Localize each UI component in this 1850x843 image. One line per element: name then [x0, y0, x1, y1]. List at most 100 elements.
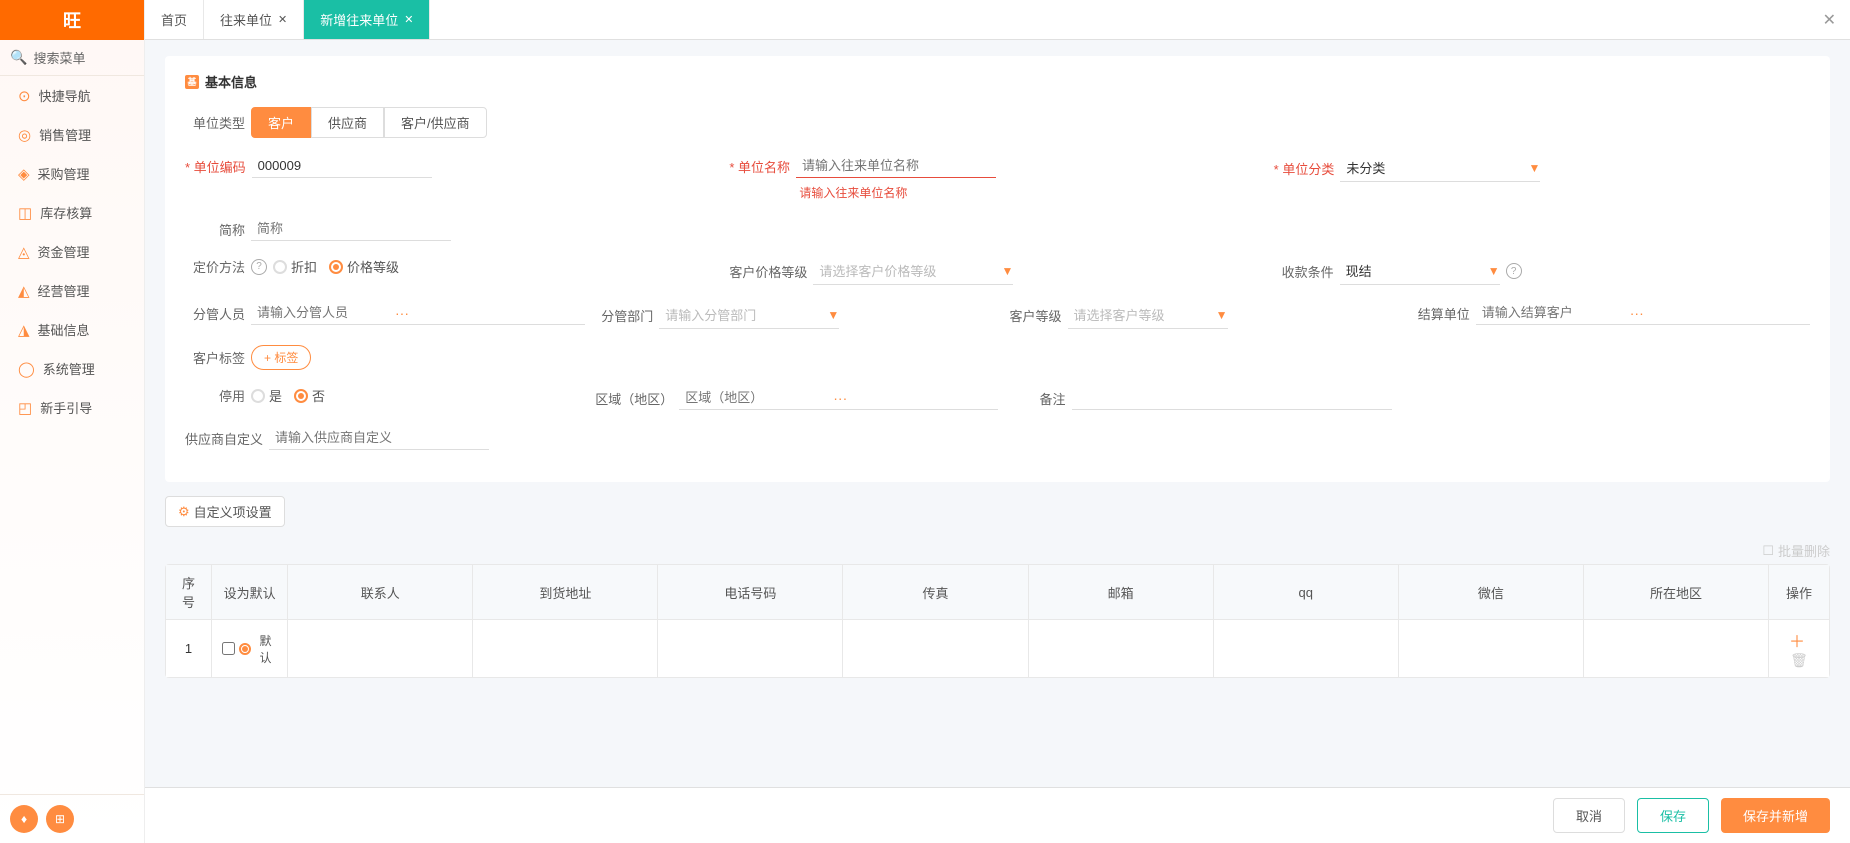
disabled-radio-no[interactable]: 否 — [294, 386, 325, 405]
email-input[interactable] — [1039, 641, 1203, 656]
type-btn-customer[interactable]: 客户 — [251, 107, 311, 138]
gear-icon: ⚙ — [178, 504, 190, 520]
cell-email[interactable] — [1028, 620, 1213, 678]
custom-settings-button[interactable]: ⚙ 自定义项设置 — [165, 496, 285, 527]
payment-help-icon[interactable]: ? — [1506, 263, 1522, 279]
phone-input[interactable] — [668, 641, 832, 656]
customer-level-field: 客户等级 请选择客户等级 ▼ — [1002, 301, 1402, 329]
sidebar-item-new-user[interactable]: ◰ 新手引导 — [0, 388, 144, 427]
cell-qq[interactable] — [1213, 620, 1398, 678]
table-row: 1 默认 — [166, 620, 1830, 678]
payment-select[interactable]: 现结 ▼ — [1340, 257, 1500, 285]
cell-contact[interactable] — [288, 620, 473, 678]
col-fax: 传真 — [843, 565, 1028, 620]
sidebar-item-label: 基础信息 — [38, 320, 90, 339]
sidebar: 旺 🔍 搜索菜单 ⊙ 快捷导航 ◎ 销售管理 ◈ 采购管理 ◫ 库存核算 ◬ 资… — [0, 0, 145, 843]
contact-input[interactable] — [298, 641, 462, 656]
address-input[interactable] — [483, 641, 647, 656]
short-name-input[interactable] — [251, 217, 451, 241]
pricing-radio-discount[interactable]: 折扣 — [273, 257, 317, 276]
sidebar-item-basic-info[interactable]: ◮ 基础信息 — [0, 310, 144, 349]
tab-add-trade-unit[interactable]: 新增往来单位 ✕ — [304, 0, 430, 39]
supplier-custom-label: 供应商自定义 — [185, 429, 263, 448]
unit-type-field: 单位类型 客户 供应商 客户/供应商 — [185, 107, 1810, 138]
save-button[interactable]: 保存 — [1637, 798, 1709, 833]
main-area: 首页 往来单位 ✕ 新增往来单位 ✕ ✕ 基 基本信息 单位类型 客户 — [145, 0, 1850, 843]
settlement-input[interactable] — [1476, 301, 1626, 324]
sidebar-item-quick-nav[interactable]: ⊙ 快捷导航 — [0, 76, 144, 115]
sidebar-item-label: 新手引导 — [40, 398, 92, 417]
row-add-button[interactable]: ＋ — [1789, 634, 1805, 651]
disabled-area-row: 停用 是 否 区域（地区） — [185, 386, 1810, 410]
search-menu-item[interactable]: 🔍 搜索菜单 — [0, 40, 144, 76]
cell-area[interactable] — [1583, 620, 1768, 678]
area-input-wrapper: ··· — [679, 386, 997, 410]
manager-dots-btn[interactable]: ··· — [391, 305, 413, 321]
row-checkbox[interactable] — [222, 642, 235, 655]
fax-input[interactable] — [853, 641, 1017, 656]
sidebar-item-sales[interactable]: ◎ 销售管理 — [0, 115, 144, 154]
tab-home[interactable]: 首页 — [145, 0, 204, 39]
customer-level-label: 客户等级 — [1002, 306, 1062, 325]
customer-price-placeholder: 请选择客户价格等级 — [813, 257, 1001, 284]
type-btn-supplier[interactable]: 供应商 — [311, 107, 384, 138]
sidebar-item-finance[interactable]: ◬ 资金管理 — [0, 232, 144, 271]
sidebar-bottom-btn-2[interactable]: ⊞ — [46, 805, 74, 833]
unit-category-select[interactable]: 未分类 ▼ — [1340, 154, 1540, 182]
row-delete-button[interactable]: 🗑 — [1790, 652, 1808, 668]
pricing-help-icon[interactable]: ? — [251, 259, 267, 275]
form-content: 基 基本信息 单位类型 客户 供应商 客户/供应商 * 单位编码 — [145, 40, 1850, 787]
short-name-row: 简称 — [185, 217, 1810, 241]
dept-label: 分管部门 — [593, 306, 653, 325]
unit-category-field: * 单位分类 未分类 ▼ — [1274, 154, 1810, 182]
tab-add-trade-unit-close[interactable]: ✕ — [404, 13, 413, 26]
cell-wechat[interactable] — [1398, 620, 1583, 678]
default-radio[interactable]: 默认 — [239, 632, 277, 666]
disabled-radio-yes[interactable]: 是 — [251, 386, 282, 405]
customer-tag-field: 客户标签 + 标签 — [185, 345, 1810, 370]
area-input[interactable] — [679, 386, 829, 409]
quick-nav-icon: ⊙ — [18, 87, 31, 105]
settlement-dots-btn[interactable]: ··· — [1626, 305, 1648, 321]
save-new-button[interactable]: 保存并新增 — [1721, 798, 1830, 833]
customer-price-select[interactable]: 请选择客户价格等级 ▼ — [813, 257, 1013, 285]
customer-level-select[interactable]: 请选择客户等级 ▼ — [1068, 301, 1228, 329]
qq-input[interactable] — [1224, 641, 1388, 656]
sidebar-item-purchase[interactable]: ◈ 采购管理 — [0, 154, 144, 193]
supplier-custom-input[interactable] — [269, 426, 489, 450]
add-tag-button[interactable]: + 标签 — [251, 345, 311, 370]
unit-category-label: * 单位分类 — [1274, 159, 1335, 178]
finance-icon: ◬ — [18, 243, 30, 261]
batch-delete-label[interactable]: 批量删除 — [1778, 541, 1830, 560]
sidebar-item-inventory[interactable]: ◫ 库存核算 — [0, 193, 144, 232]
basic-info-icon: ◮ — [18, 321, 30, 339]
sidebar-item-system[interactable]: ◯ 系统管理 — [0, 349, 144, 388]
type-btn-both[interactable]: 客户/供应商 — [384, 107, 487, 138]
cell-address[interactable] — [473, 620, 658, 678]
settlement-label: 结算单位 — [1410, 304, 1470, 323]
sidebar-item-operations[interactable]: ◭ 经营管理 — [0, 271, 144, 310]
wechat-input[interactable] — [1409, 641, 1573, 656]
default-radio-circle — [239, 643, 251, 655]
cell-fax[interactable] — [843, 620, 1028, 678]
unit-code-input[interactable] — [252, 154, 432, 178]
area-dots-btn[interactable]: ··· — [829, 390, 851, 406]
col-area: 所在地区 — [1583, 565, 1768, 620]
tab-trade-units-label: 往来单位 — [220, 10, 272, 29]
tab-trade-units-close[interactable]: ✕ — [278, 13, 287, 26]
dept-select[interactable]: 请输入分管部门 ▼ — [659, 301, 839, 329]
dept-field: 分管部门 请输入分管部门 ▼ — [593, 301, 993, 329]
cell-phone[interactable] — [658, 620, 843, 678]
table-body: 1 默认 — [166, 620, 1830, 678]
unit-code-field: * 单位编码 — [185, 154, 721, 178]
pricing-radio-level[interactable]: 价格等级 — [329, 257, 399, 276]
area-cell-input[interactable] — [1594, 641, 1758, 656]
sidebar-item-label: 库存核算 — [40, 203, 92, 222]
sidebar-bottom-btn-1[interactable]: ♦ — [10, 805, 38, 833]
window-close-button[interactable]: ✕ — [1809, 10, 1850, 30]
remark-input[interactable] — [1072, 386, 1392, 410]
unit-name-input[interactable] — [796, 154, 996, 178]
manager-input[interactable] — [251, 301, 391, 324]
tab-trade-units[interactable]: 往来单位 ✕ — [204, 0, 304, 39]
cancel-button[interactable]: 取消 — [1553, 798, 1625, 833]
